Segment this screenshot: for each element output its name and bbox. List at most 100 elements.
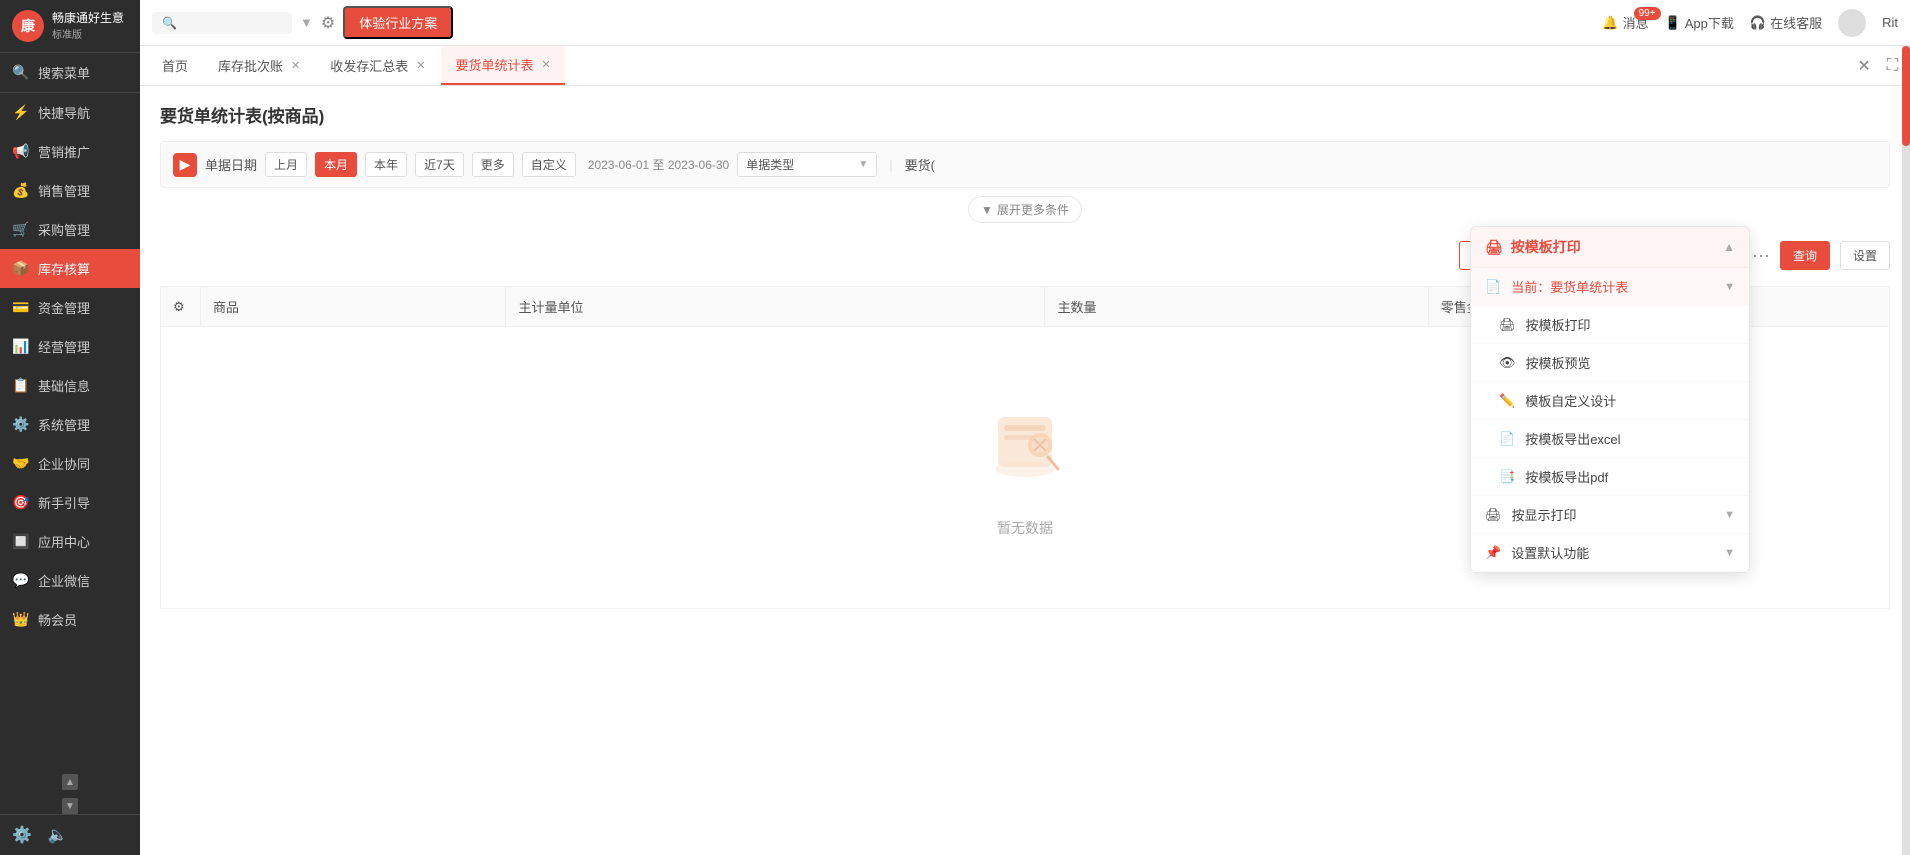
topbar-gear-icon[interactable]: ⚙ xyxy=(321,13,335,33)
sidebar-item-system[interactable]: ⚙️ 系统管理 xyxy=(0,405,140,444)
date-btn-7days[interactable]: 近7天 xyxy=(415,152,464,177)
sidebar-item-app-center[interactable]: 🔲 应用中心 xyxy=(0,522,140,561)
display-print-icon: 🖨 xyxy=(1485,507,1502,523)
dropdown-current[interactable]: 📄 当前：要货单统计表 ▼ xyxy=(1471,268,1749,306)
template-excel-icon: 📄 xyxy=(1499,431,1515,447)
tab-batch[interactable]: 库存批次账 ✕ xyxy=(204,46,314,85)
empty-icon xyxy=(980,397,1070,506)
sidebar-item-sales[interactable]: 💰 销售管理 xyxy=(0,171,140,210)
sidebar-scroll-down[interactable]: ▼ xyxy=(62,798,78,814)
dropdown-display-print[interactable]: 🖨 按显示打印 ▼ xyxy=(1471,496,1749,534)
order-type-select[interactable]: 单据类型 ▼ xyxy=(737,152,877,177)
sidebar-item-guide[interactable]: 🎯 新手引导 xyxy=(0,483,140,522)
search-icon: 🔍 xyxy=(12,64,30,81)
settings-icon[interactable]: ⚙️ xyxy=(12,825,32,845)
print-header-icon: 🖨 xyxy=(1485,239,1503,256)
template-print-label: 按模板打印 xyxy=(1526,315,1591,334)
query-label: 查询 xyxy=(1793,247,1817,264)
template-pdf-label: 按模板导出pdf xyxy=(1525,467,1608,486)
date-btn-last-month[interactable]: 上月 xyxy=(265,152,307,177)
display-print-left: 🖨 按显示打印 xyxy=(1485,505,1577,524)
tab-requisition-close[interactable]: ✕ xyxy=(542,58,551,71)
sidebar-item-member[interactable]: 👑 畅会员 xyxy=(0,600,140,639)
sidebar-item-label: 新手引导 xyxy=(38,493,90,512)
date-btn-current-month[interactable]: 本月 xyxy=(315,152,357,177)
template-preview-label: 按模板预览 xyxy=(1526,353,1591,372)
date-btn-current-year[interactable]: 本年 xyxy=(365,152,407,177)
dropdown-template-preview[interactable]: 👁 按模板预览 xyxy=(1471,344,1749,382)
marketing-icon: 📢 xyxy=(12,143,30,160)
dropdown-template-excel[interactable]: 📄 按模板导出excel xyxy=(1471,420,1749,458)
sidebar-item-basic[interactable]: 📋 基础信息 xyxy=(0,366,140,405)
settings-button[interactable]: 设置 xyxy=(1840,241,1890,270)
template-preview-icon: 👁 xyxy=(1499,355,1516,371)
filter-toggle-button[interactable]: ▶ xyxy=(173,153,197,177)
tabs-bar: 首页 库存批次账 ✕ 收发存汇总表 ✕ 要货单统计表 ✕ ✕ ⛶ xyxy=(140,46,1910,86)
app-download-button[interactable]: 📱 App下载 xyxy=(1665,13,1734,32)
sidebar-item-quick-nav[interactable]: ⚡ 快捷导航 xyxy=(0,93,140,132)
print-dropdown-menu: 🖨 按模板打印 ▲ 📄 当前：要货单统计表 ▼ 🖨 按模板打印 👁 按模板 xyxy=(1470,226,1750,573)
avatar[interactable] xyxy=(1838,9,1866,37)
expand-more-label: 展开更多条件 xyxy=(997,201,1069,218)
tab-collection[interactable]: 收发存汇总表 ✕ xyxy=(316,46,439,85)
guide-icon: 🎯 xyxy=(12,494,30,511)
display-print-label: 按显示打印 xyxy=(1512,505,1577,524)
sidebar-item-label: 采购管理 xyxy=(38,220,90,239)
tab-batch-close[interactable]: ✕ xyxy=(291,59,300,72)
tab-close-all-icon[interactable]: ✕ xyxy=(1853,52,1874,80)
date-btn-more[interactable]: 更多 xyxy=(472,152,514,177)
sidebar-item-purchase[interactable]: 🛒 采购管理 xyxy=(0,210,140,249)
app-logo-icon: 康 xyxy=(12,10,44,42)
scrollbar-thumb xyxy=(1902,46,1910,146)
sidebar-item-label: 基础信息 xyxy=(38,376,90,395)
dropdown-default-func[interactable]: 📌 设置默认功能 ▼ xyxy=(1471,534,1749,572)
tab-collection-close[interactable]: ✕ xyxy=(416,59,425,72)
sidebar-item-marketing[interactable]: 📢 营销推广 xyxy=(0,132,140,171)
sales-icon: 💰 xyxy=(12,182,30,199)
wechat-icon: 💬 xyxy=(12,572,30,589)
current-template-arrow: ▼ xyxy=(1724,281,1735,293)
mute-icon[interactable]: 🔈 xyxy=(48,825,68,845)
content-area: 要货单统计表(按商品) ▶ 单据日期 上月 本月 本年 近7天 更多 自定义 2… xyxy=(140,86,1910,855)
date-range-display: 2023-06-01 至 2023-06-30 xyxy=(588,156,729,173)
table-col-settings[interactable]: ⚙ xyxy=(161,287,201,327)
expand-more-btn[interactable]: ▼ 展开更多条件 xyxy=(968,196,1082,223)
tab-expand-icon[interactable]: ⛶ xyxy=(1883,53,1902,79)
sidebar-scroll-up[interactable]: ▲ xyxy=(62,774,78,790)
sidebar-item-enterprise[interactable]: 🤝 企业协同 xyxy=(0,444,140,483)
online-service-button[interactable]: 🎧 在线客服 xyxy=(1750,13,1822,32)
print-dropdown-title: 按模板打印 xyxy=(1511,237,1581,257)
query-button[interactable]: 查询 xyxy=(1780,241,1830,270)
sidebar-search[interactable]: 🔍 搜索菜单 xyxy=(0,53,140,93)
sidebar-item-operations[interactable]: 📊 经营管理 xyxy=(0,327,140,366)
sidebar-item-label: 经营管理 xyxy=(38,337,90,356)
print-dropdown-header[interactable]: 🖨 按模板打印 ▲ xyxy=(1471,227,1749,268)
tab-requisition[interactable]: 要货单统计表 ✕ xyxy=(441,46,564,85)
dropdown-template-print[interactable]: 🖨 按模板打印 xyxy=(1471,306,1749,344)
dropdown-template-custom[interactable]: ✏️ 模板自定义设计 xyxy=(1471,382,1749,420)
sidebar-item-finance[interactable]: 💳 资金管理 xyxy=(0,288,140,327)
purchase-icon: 🛒 xyxy=(12,221,30,238)
scrollbar-right[interactable] xyxy=(1902,46,1910,855)
tab-requisition-label: 要货单统计表 xyxy=(455,55,533,74)
topbar-search-box[interactable]: 🔍 xyxy=(152,12,292,34)
messages-button[interactable]: 🔔 消息 99+ xyxy=(1602,13,1648,32)
template-custom-label: 模板自定义设计 xyxy=(1525,391,1616,410)
topbar-right: 🔔 消息 99+ 📱 App下载 🎧 在线客服 Rit xyxy=(1602,9,1898,37)
sidebar-item-label: 系统管理 xyxy=(38,415,90,434)
sidebar-item-wechat[interactable]: 💬 企业微信 xyxy=(0,561,140,600)
trial-button[interactable]: 体验行业方案 xyxy=(343,6,453,39)
tab-home[interactable]: 首页 xyxy=(148,46,202,85)
tabs-right-actions: ✕ ⛶ xyxy=(1853,52,1902,80)
date-btn-custom[interactable]: 自定义 xyxy=(522,152,576,177)
sidebar-item-inventory[interactable]: 📦 库存核算 xyxy=(0,249,140,288)
sidebar-item-label: 营销推广 xyxy=(38,142,90,161)
topbar-dropdown-arrow[interactable]: ▼ xyxy=(300,15,313,30)
operations-icon: 📊 xyxy=(12,338,30,355)
dropdown-template-pdf[interactable]: 📑 按模板导出pdf xyxy=(1471,458,1749,496)
basic-icon: 📋 xyxy=(12,377,30,394)
print-dropdown-title-area: 🖨 按模板打印 xyxy=(1485,237,1581,257)
more-actions-btn[interactable]: ··· xyxy=(1752,245,1770,266)
chevron-down-icon: ▼ xyxy=(981,203,993,217)
date-filter-label: 单据日期 xyxy=(205,155,257,174)
